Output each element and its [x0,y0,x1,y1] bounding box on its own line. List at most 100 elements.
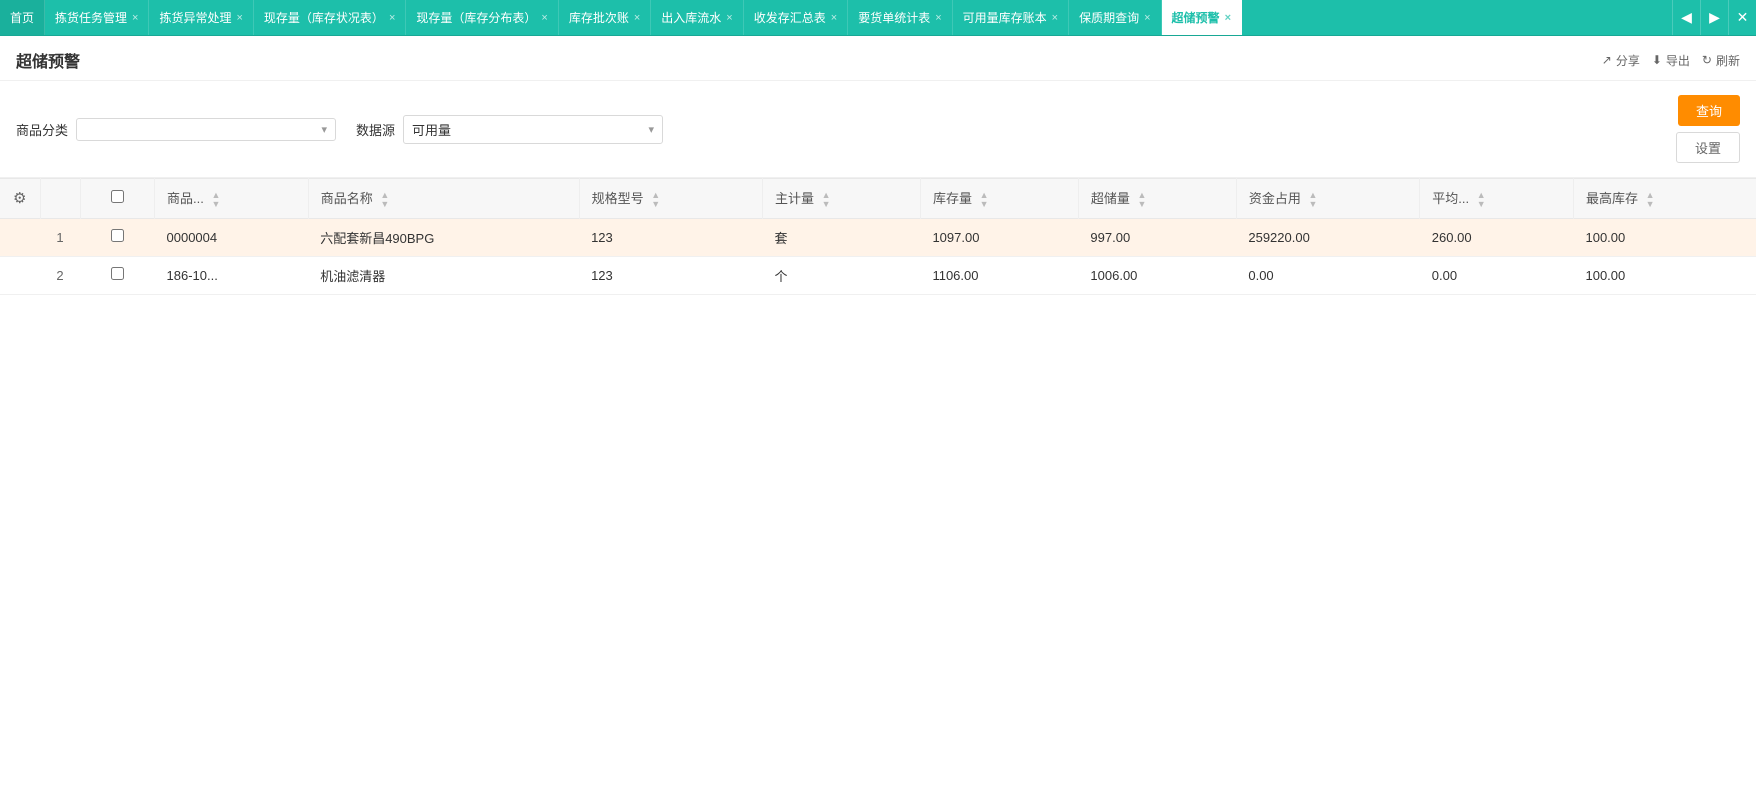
nav-item-label: 拣货任务管理 [55,9,127,26]
nav-item-label: 拣货异常处理 [159,9,231,26]
nav-close-btn[interactable]: ✕ [1728,0,1756,36]
nav-close-icon[interactable]: × [935,12,941,24]
refresh-button[interactable]: ↻ 刷新 [1702,52,1740,69]
nav-close-icon[interactable]: × [831,12,837,24]
cell-capital: 259220.00 [1236,218,1419,256]
data-table: ⚙ 商品... ▲▼ 商品名称 ▲▼ 规格型号 [0,178,1756,295]
nav-prev-btn[interactable]: ◀ [1672,0,1700,36]
sort-unit-icon: ▲▼ [822,191,831,209]
table-row: 1 0000004六配套新昌490BPG123套1097.00997.002592… [0,218,1756,256]
col-unit[interactable]: 主计量 ▲▼ [763,179,921,219]
row-checkbox[interactable] [111,229,124,242]
nav-close-icon[interactable]: × [726,12,732,24]
nav-close-icon[interactable]: × [236,12,242,24]
nav-item-库存批次账[interactable]: 库存批次账 × [559,0,651,36]
header-actions: ↗ 分享 ⬇ 导出 ↻ 刷新 [1602,52,1740,69]
nav-close-icon[interactable]: × [132,12,138,24]
cell-max-stock: 100.00 [1573,218,1756,256]
select-all-checkbox[interactable] [111,190,124,203]
top-navigation: 首页拣货任务管理×拣货异常处理×现存量（库存状况表）×现存量（库存分布表）×库存… [0,0,1756,36]
nav-item-label: 首页 [10,9,34,26]
nav-close-icon[interactable]: × [634,12,640,24]
col-overflow[interactable]: 超储量 ▲▼ [1078,179,1236,219]
cell-overflow: 997.00 [1078,218,1236,256]
cell-stock: 1106.00 [920,256,1078,294]
page-content: 超储预警 ↗ 分享 ⬇ 导出 ↻ 刷新 商品分类 ▾ 数据源 [0,36,1756,800]
nav-item-现存量（库存状况表）[interactable]: 现存量（库存状况表） × [254,0,406,36]
cell-num: 2 [40,256,80,294]
nav-close-icon[interactable]: × [541,12,547,24]
nav-close-icon[interactable]: × [389,12,395,24]
cell-settings [0,218,40,256]
row-checkbox[interactable] [111,267,124,280]
category-chevron-icon: ▾ [321,123,327,136]
cell-num: 1 [40,218,80,256]
page-header: 超储预警 ↗ 分享 ⬇ 导出 ↻ 刷新 [0,36,1756,81]
col-spec[interactable]: 规格型号 ▲▼ [579,179,762,219]
nav-item-出入库流水[interactable]: 出入库流水 × [651,0,743,36]
sort-avg-icon: ▲▼ [1477,191,1486,209]
filter-area: 商品分类 ▾ 数据源 可用量 ▾ 查询 设置 [0,81,1756,178]
nav-close-icon[interactable]: × [1144,12,1150,24]
cell-checkbox [80,218,155,256]
page-title: 超储预警 [16,48,80,72]
sort-spec-icon: ▲▼ [651,191,660,209]
nav-item-首页[interactable]: 首页 [0,0,45,36]
export-button[interactable]: ⬇ 导出 [1652,52,1690,69]
cell-code: 0000004 [155,218,309,256]
nav-close-icon[interactable]: × [1225,12,1231,24]
nav-item-可用量库存账本[interactable]: 可用量库存账本 × [953,0,1069,36]
cell-stock: 1097.00 [920,218,1078,256]
nav-arrows: ◀ ▶ ✕ [1672,0,1756,36]
nav-item-label: 保质期查询 [1079,9,1139,26]
export-icon: ⬇ [1652,53,1662,67]
share-icon: ↗ [1602,53,1612,67]
datasource-select[interactable]: 可用量 ▾ [403,115,663,144]
table-body: 1 0000004六配套新昌490BPG123套1097.00997.002592… [0,218,1756,294]
cell-settings [0,256,40,294]
nav-item-label: 现存量（库存状况表） [264,9,384,26]
sort-overflow-icon: ▲▼ [1138,191,1147,209]
nav-item-要货单统计表[interactable]: 要货单统计表× [848,0,952,36]
cell-capital: 0.00 [1236,256,1419,294]
nav-item-收发存汇总表[interactable]: 收发存汇总表 × [744,0,848,36]
cell-avg: 0.00 [1420,256,1574,294]
col-avg[interactable]: 平均... ▲▼ [1420,179,1574,219]
nav-item-label: 超储预警 [1172,9,1220,26]
table-wrapper: ⚙ 商品... ▲▼ 商品名称 ▲▼ 规格型号 [0,178,1756,295]
datasource-label: 数据源 [356,120,395,139]
column-settings-icon[interactable]: ⚙ [13,190,26,207]
nav-item-label: 可用量库存账本 [963,9,1047,26]
nav-item-现存量（库存分布表）[interactable]: 现存量（库存分布表）× [406,0,558,36]
nav-item-超储预警[interactable]: 超储预警 × [1162,0,1242,36]
cell-name: 六配套新昌490BPG [308,218,579,256]
nav-item-label: 库存批次账 [569,9,629,26]
nav-item-拣货任务管理[interactable]: 拣货任务管理 × [45,0,149,36]
cell-code: 186-10... [155,256,309,294]
nav-next-btn[interactable]: ▶ [1700,0,1728,36]
nav-close-icon[interactable]: × [1052,12,1058,24]
col-max-stock[interactable]: 最高库存 ▲▼ [1573,179,1756,219]
share-button[interactable]: ↗ 分享 [1602,52,1640,69]
cell-name: 机油滤清器 [308,256,579,294]
nav-item-保质期查询[interactable]: 保质期查询 × [1069,0,1161,36]
nav-item-label: 收发存汇总表 [754,9,826,26]
col-num [40,179,80,219]
col-code[interactable]: 商品... ▲▼ [155,179,309,219]
category-select[interactable]: ▾ [76,118,336,141]
cell-spec: 123 [579,218,762,256]
sort-capital-icon: ▲▼ [1309,191,1318,209]
cell-unit: 套 [763,218,921,256]
col-capital[interactable]: 资金占用 ▲▼ [1236,179,1419,219]
query-button[interactable]: 查询 [1678,95,1740,126]
col-name[interactable]: 商品名称 ▲▼ [308,179,579,219]
settings-button[interactable]: 设置 [1676,132,1740,163]
datasource-filter: 数据源 可用量 ▾ [356,115,663,144]
cell-spec: 123 [579,256,762,294]
col-stock[interactable]: 库存量 ▲▼ [920,179,1078,219]
nav-item-拣货异常处理[interactable]: 拣货异常处理 × [149,0,253,36]
sort-code-icon: ▲▼ [211,191,220,209]
table-header-row: ⚙ 商品... ▲▼ 商品名称 ▲▼ 规格型号 [0,179,1756,219]
nav-item-label: 出入库流水 [661,9,721,26]
category-label: 商品分类 [16,120,68,139]
